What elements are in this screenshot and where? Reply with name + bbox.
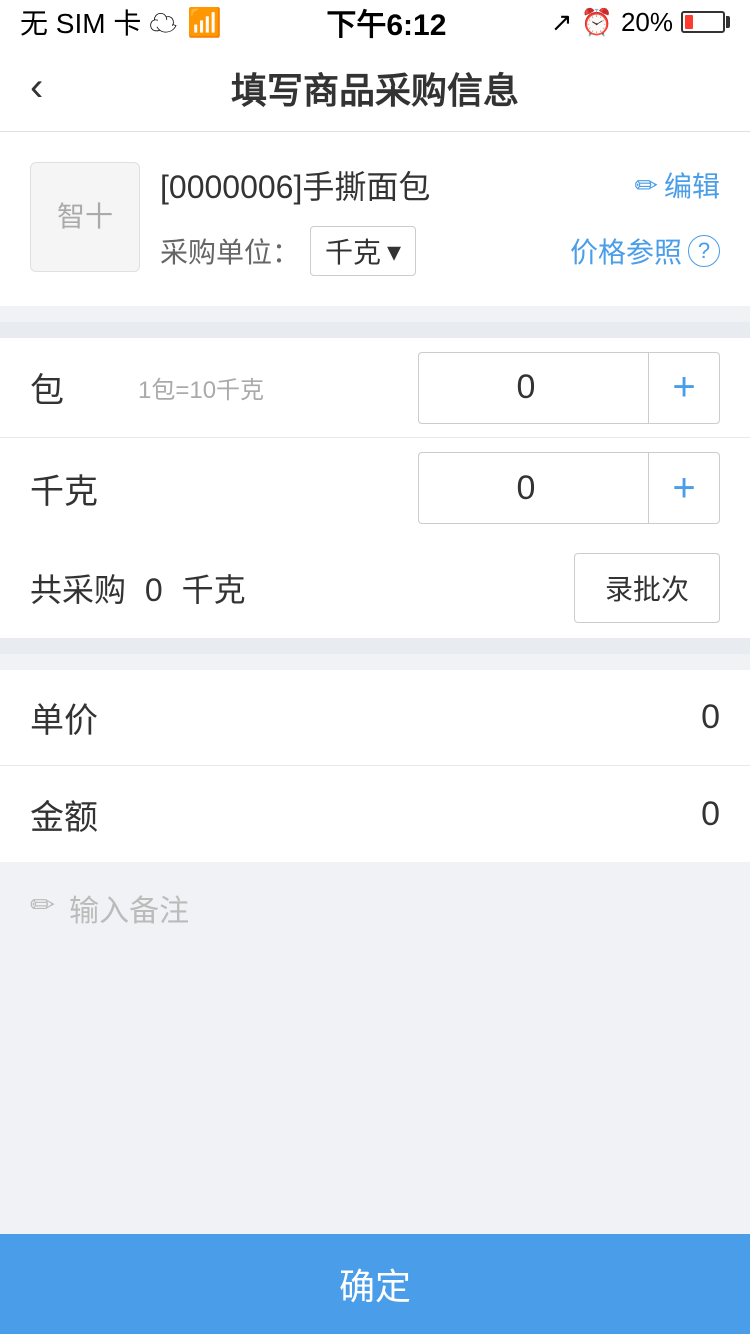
back-button[interactable]: ‹	[30, 65, 43, 110]
total-summary: 共采购 0 千克	[30, 565, 246, 611]
bag-input-wrap: +	[418, 352, 720, 424]
status-left: 无 SIM 卡 ☁ 📶	[20, 2, 222, 42]
unit-row: 采购单位： 千克 ▾ 价格参照 ?	[160, 226, 720, 276]
status-bar: 无 SIM 卡 ☁ 📶 下午6:12 ↗ ⏰ 20%	[0, 0, 750, 44]
unit-dropdown-icon: ▾	[387, 235, 401, 268]
kg-input-row: 千克 +	[0, 438, 750, 538]
total-unit: 千克	[182, 572, 246, 608]
unit-price-value: 0	[701, 698, 720, 737]
help-icon[interactable]: ?	[688, 235, 720, 267]
bag-sublabel: 1包=10千克	[138, 370, 418, 405]
amount-value: 0	[701, 795, 720, 834]
unit-price-row: 单价 0	[0, 670, 750, 766]
total-row: 共采购 0 千克 录批次	[0, 538, 750, 638]
record-batch-button[interactable]: 录批次	[574, 553, 720, 623]
status-right: ↗ ⏰ 20%	[551, 7, 730, 38]
battery-icon	[681, 11, 730, 33]
location-icon: ↗	[551, 7, 573, 38]
status-time: 下午6:12	[326, 0, 446, 44]
battery-percent: 20%	[621, 7, 673, 38]
alarm-icon: ⏰	[581, 7, 613, 38]
product-info: [0000006]手撕面包 ✏ 编辑 采购单位： 千克 ▾ 价格参照 ?	[160, 162, 720, 276]
product-logo: 智十	[57, 200, 113, 234]
kg-label: 千克	[30, 464, 130, 513]
total-label: 共采购	[30, 572, 126, 608]
nav-bar: ‹ 填写商品采购信息	[0, 44, 750, 132]
price-section: 单价 0 金额 0	[0, 670, 750, 862]
edit-button[interactable]: ✏ 编辑	[635, 165, 720, 205]
bag-input-row: 包 1包=10千克 +	[0, 338, 750, 438]
pencil-icon: ✏	[30, 888, 55, 923]
edit-label: 编辑	[664, 165, 720, 205]
bag-quantity-input[interactable]	[418, 352, 648, 424]
total-value: 0	[145, 572, 163, 608]
price-ref-button[interactable]: 价格参照	[570, 231, 682, 271]
remark-section[interactable]: ✏ 输入备注	[0, 862, 750, 1022]
product-name: [0000006]手撕面包	[160, 162, 430, 208]
kg-input-wrap: +	[418, 452, 720, 524]
edit-icon: ✏	[635, 169, 658, 202]
unit-label: 采购单位：	[160, 231, 300, 271]
bag-plus-button[interactable]: +	[648, 352, 720, 424]
sim-label: 无 SIM 卡 ☁	[20, 2, 177, 42]
wifi-icon: 📶	[187, 6, 222, 39]
confirm-button[interactable]: 确定	[0, 1234, 750, 1334]
amount-row: 金额 0	[0, 766, 750, 862]
unit-select[interactable]: 千克 ▾	[310, 226, 416, 276]
section-divider-2	[0, 638, 750, 654]
remark-placeholder: 输入备注	[69, 886, 189, 930]
bag-label: 包	[30, 363, 130, 412]
product-card: 智十 [0000006]手撕面包 ✏ 编辑 采购单位： 千克 ▾ 价格参照 ?	[0, 132, 750, 306]
quantity-section: 包 1包=10千克 + 千克 +	[0, 338, 750, 538]
unit-value: 千克	[325, 231, 381, 271]
product-thumbnail: 智十	[30, 162, 140, 272]
section-divider-1	[0, 322, 750, 338]
amount-label: 金额	[30, 790, 98, 839]
page-title: 填写商品采购信息	[231, 62, 519, 114]
product-name-row: [0000006]手撕面包 ✏ 编辑	[160, 162, 720, 208]
kg-plus-button[interactable]: +	[648, 452, 720, 524]
unit-price-label: 单价	[30, 693, 98, 742]
kg-quantity-input[interactable]	[418, 452, 648, 524]
